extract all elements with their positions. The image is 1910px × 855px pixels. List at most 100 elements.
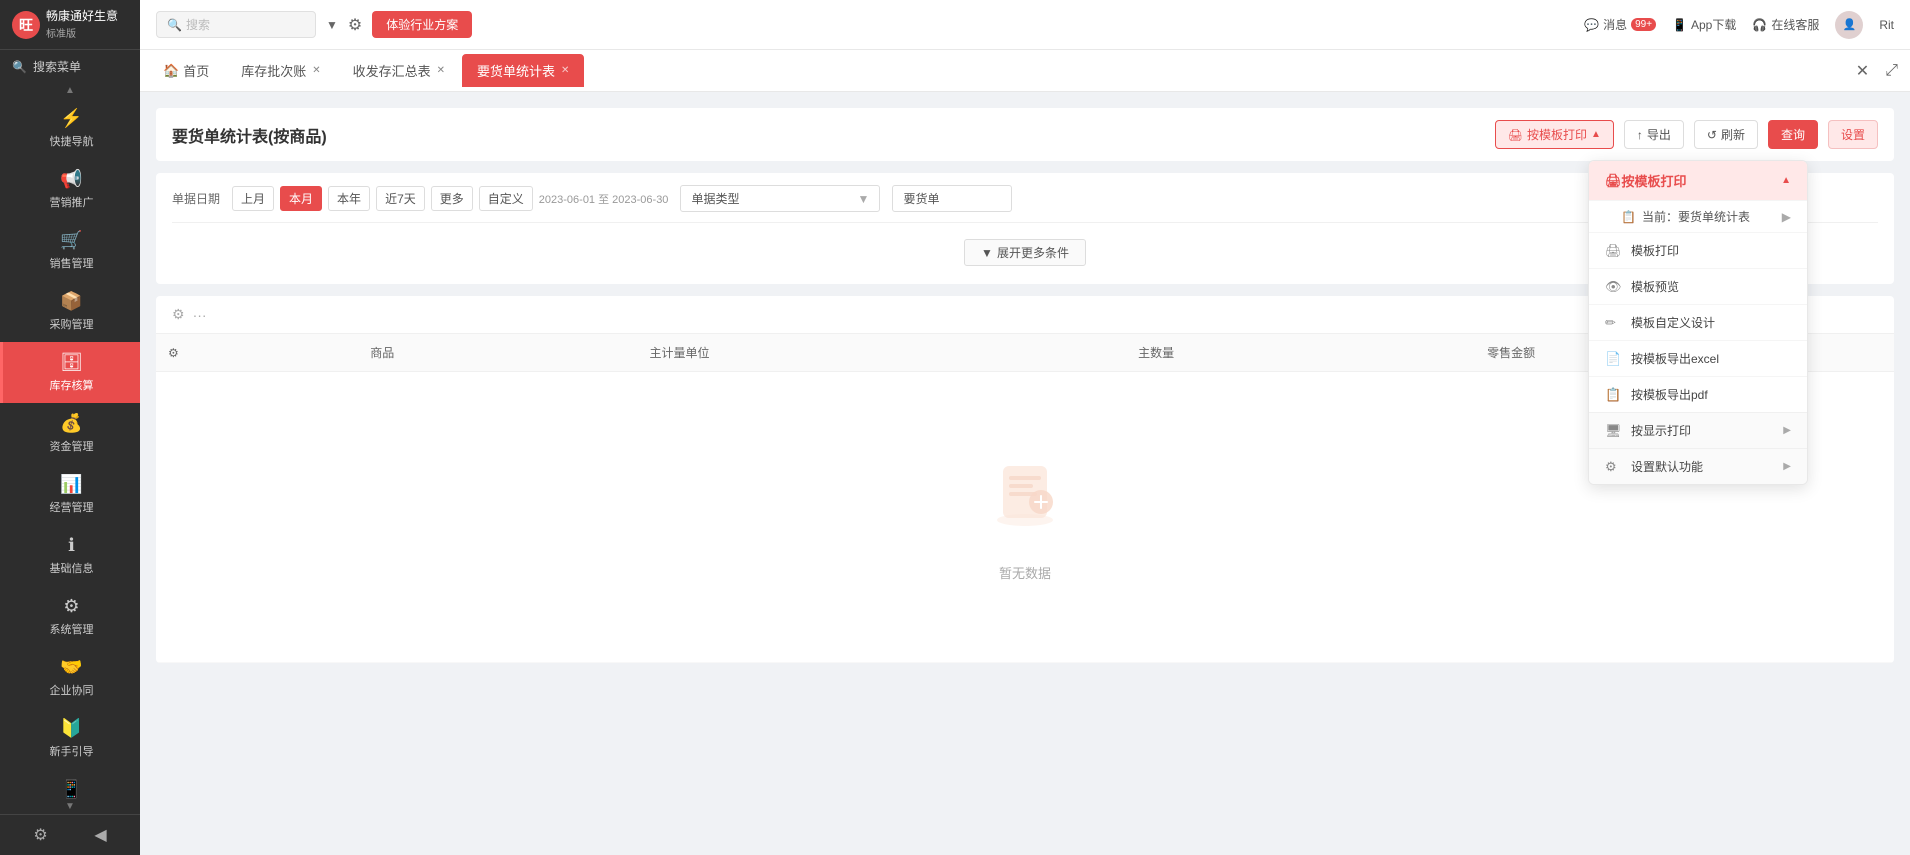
app-center-icon: 📱 (60, 779, 82, 799)
order-type-arrow: ▼ (858, 192, 870, 206)
sidebar-item-sales[interactable]: 🛒 销售管理 (0, 220, 140, 281)
sidebar-scroll-up[interactable]: ▲ (0, 83, 140, 98)
inventory-icon: 🗄 (60, 352, 83, 373)
settings-btn[interactable]: 设置 (1828, 120, 1878, 149)
sidebar-item-guide[interactable]: 🔰 新手引导 (0, 708, 140, 769)
user-avatar[interactable]: 👤 (1835, 11, 1863, 39)
sidebar-scroll-down[interactable]: ▼ (0, 799, 140, 814)
requisition-select[interactable]: 要货单 (892, 185, 1012, 212)
dropdown-template-export-pdf[interactable]: 📋 按模板导出pdf (1589, 376, 1807, 412)
sidebar-item-inventory[interactable]: 🗄 库存核算 (0, 342, 140, 403)
sidebar-item-system[interactable]: ⚙ 系统管理 (0, 586, 140, 647)
page-title: 要货单统计表(按商品) (172, 123, 327, 147)
topbar-search-placeholder: 搜索 (186, 16, 210, 33)
dropdown-template-print[interactable]: 🖨 模板打印 (1589, 232, 1807, 268)
messages-item[interactable]: 💬 消息 99+ (1584, 16, 1656, 33)
export-btn[interactable]: ↑ 导出 (1624, 120, 1684, 149)
sidebar-item-label: 企业协同 (50, 682, 94, 698)
dropdown-current-arrow: ▶ (1782, 210, 1791, 224)
sidebar-item-marketing[interactable]: 📢 营销推广 (0, 159, 140, 220)
tab-receivable-summary-label: 收发存汇总表 (353, 61, 431, 80)
page-header: 要货单统计表(按商品) 🖨 按模板打印 ▲ ↑ 导出 ↺ 刷新 查询 (156, 108, 1894, 161)
tab-receivable-summary[interactable]: 收发存汇总表 ✕ (338, 54, 460, 87)
date-btn-last-month[interactable]: 上月 (232, 186, 274, 211)
dropdown-default-settings[interactable]: ⚙ 设置默认功能 ▶ (1589, 448, 1807, 484)
col-quantity: 主数量 (1126, 334, 1475, 372)
topbar-gear-icon[interactable]: ⚙ (348, 15, 362, 35)
sidebar-item-purchase[interactable]: 📦 采购管理 (0, 281, 140, 342)
tab-requisition-stats[interactable]: 要货单统计表 ✕ (462, 54, 584, 87)
app-download-item[interactable]: 📱 App下载 (1672, 16, 1736, 33)
tab-requisition-stats-close[interactable]: ✕ (561, 65, 569, 76)
tab-inventory-batch[interactable]: 库存批次账 ✕ (226, 54, 335, 87)
topbar-search-box[interactable]: 🔍 搜索 (156, 11, 316, 38)
expand-more-btn[interactable]: ▼ 展开更多条件 (964, 239, 1086, 266)
sidebar-item-finance[interactable]: 💰 资金管理 (0, 403, 140, 464)
content-area: 要货单统计表(按商品) 🖨 按模板打印 ▲ ↑ 导出 ↺ 刷新 查询 (140, 92, 1910, 855)
date-btn-this-year[interactable]: 本年 (328, 186, 370, 211)
expand-icon: ▼ (981, 246, 993, 260)
purchase-icon: 📦 (60, 291, 82, 312)
date-btn-7days[interactable]: 近7天 (376, 186, 425, 211)
online-service-icon: 🎧 (1752, 18, 1767, 32)
sidebar-item-label: 库存核算 (50, 377, 94, 393)
refresh-btn[interactable]: ↺ 刷新 (1694, 120, 1758, 149)
dropdown-up-arrow[interactable]: ▲ (1781, 175, 1791, 186)
sidebar-item-app-center[interactable]: 📱 应用中心 (0, 769, 140, 799)
date-btn-custom[interactable]: 自定义 (479, 186, 533, 211)
dropdown-template-preview[interactable]: 👁 模板预览 (1589, 268, 1807, 304)
order-type-select[interactable]: 单据类型 ▼ (680, 185, 880, 212)
default-settings-arrow: ▶ (1783, 461, 1791, 472)
sidebar-item-operation[interactable]: 📊 经营管理 (0, 464, 140, 525)
sidebar-item-label: 经营管理 (50, 499, 94, 515)
template-export-excel-label: 按模板导出excel (1631, 350, 1719, 367)
sidebar-item-quick-nav[interactable]: ⚡ 快捷导航 (0, 98, 140, 159)
topbar-dropdown-arrow[interactable]: ▼ (326, 18, 338, 32)
print-template-btn[interactable]: 🖨 按模板打印 ▲ (1495, 120, 1614, 149)
ellipsis-icon[interactable]: ··· (193, 307, 207, 323)
tab-receivable-summary-close[interactable]: ✕ (437, 65, 445, 76)
settings-bottom-btn[interactable]: ⚙ (33, 825, 47, 845)
main-area: 🔍 搜索 ▼ ⚙ 体验行业方案 💬 消息 99+ 📱 App下载 🎧 在线客服 … (140, 0, 1910, 855)
cooperation-icon: 🤝 (60, 657, 82, 678)
sidebar: 旺 畅康通好生意 标准版 🔍 搜索菜单 ▲ ⚡ 快捷导航 📢 营销推广 🛒 销售… (0, 0, 140, 855)
sidebar-nav: ⚡ 快捷导航 📢 营销推广 🛒 销售管理 📦 采购管理 🗄 库存核算 💰 资金管… (0, 98, 140, 799)
sidebar-item-label: 系统管理 (50, 621, 94, 637)
date-btn-more[interactable]: 更多 (431, 186, 473, 211)
finance-icon: 💰 (60, 413, 82, 434)
sidebar-item-cooperation[interactable]: 🤝 企业协同 (0, 647, 140, 708)
settings-btn-label: 设置 (1841, 126, 1865, 143)
table-settings-icon[interactable]: ⚙ (172, 306, 185, 323)
dropdown-current-item[interactable]: 📋 当前：要货单统计表 ▶ (1589, 200, 1807, 232)
dropdown-template-custom[interactable]: ✏ 模板自定义设计 (1589, 304, 1807, 340)
date-btn-this-month[interactable]: 本月 (280, 186, 322, 211)
expand-label: 展开更多条件 (997, 244, 1069, 261)
query-btn[interactable]: 查询 (1768, 120, 1818, 149)
export-excel-icon: 📄 (1605, 351, 1621, 367)
settings-col-icon[interactable]: ⚙ (168, 346, 179, 360)
industry-btn[interactable]: 体验行业方案 (372, 11, 472, 38)
collapse-btn[interactable]: ◀ (94, 825, 106, 845)
tabs-close-btn[interactable]: ✕ (1852, 57, 1873, 85)
marketing-icon: 📢 (60, 169, 82, 190)
tab-home[interactable]: 🏠 首页 (148, 54, 224, 87)
online-service-item[interactable]: 🎧 在线客服 (1752, 16, 1819, 33)
tab-inventory-batch-close[interactable]: ✕ (312, 65, 320, 76)
col-product: 商品 (358, 334, 637, 372)
app-name: 畅康通好生意 (46, 9, 118, 25)
no-data-icon (985, 452, 1065, 551)
filter-date-buttons: 上月 本月 本年 近7天 更多 自定义 2023-06-01 至 2023-06… (232, 186, 668, 211)
sidebar-item-basic[interactable]: ℹ 基础信息 (0, 525, 140, 586)
print-icon: 🖨 (1508, 128, 1523, 142)
dropdown-display-print[interactable]: 🖥 按显示打印 ▶ (1589, 412, 1807, 448)
app-version: 标准版 (46, 25, 118, 40)
sidebar-item-label: 资金管理 (50, 438, 94, 454)
dropdown-template-export-excel[interactable]: 📄 按模板导出excel (1589, 340, 1807, 376)
export-pdf-icon: 📋 (1605, 387, 1621, 403)
tab-home-icon: 🏠 (163, 63, 179, 79)
date-range-text: 2023-06-01 至 2023-06-30 (539, 191, 669, 207)
topbar-right: 💬 消息 99+ 📱 App下载 🎧 在线客服 👤 Rit (1584, 11, 1894, 39)
sidebar-search[interactable]: 🔍 搜索菜单 (0, 50, 140, 83)
online-service-label: 在线客服 (1771, 16, 1819, 33)
tabs-expand-btn[interactable]: ⤢ (1881, 58, 1902, 84)
